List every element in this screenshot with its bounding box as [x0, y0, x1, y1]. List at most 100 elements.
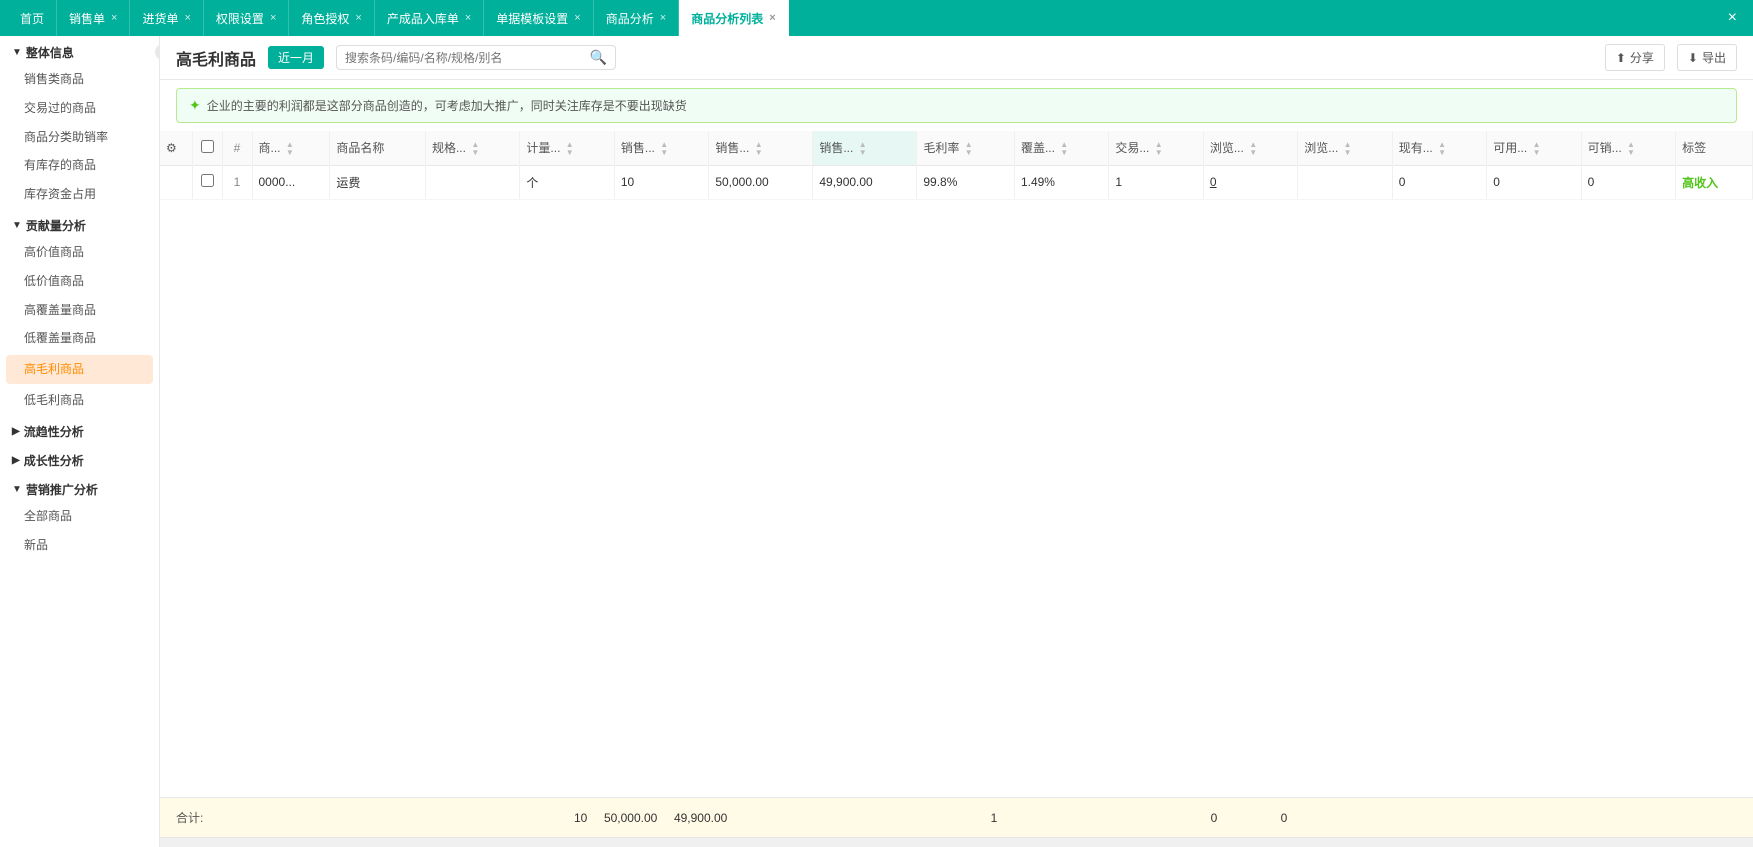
- col-views1[interactable]: 浏览... ▲▼: [1203, 131, 1297, 165]
- col-gross-rate[interactable]: 毛利率 ▲▼: [917, 131, 1015, 165]
- col-code[interactable]: 商... ▲▼: [252, 131, 330, 165]
- sidebar-group-marketing[interactable]: ▼ 营销推广分析: [0, 473, 159, 502]
- sidebar-item-capital-occupied[interactable]: 库存资金占用: [0, 180, 159, 209]
- footer-values: 10 50,000.00 49,900.00 1 0 0: [243, 811, 1737, 825]
- close-analysis-list-tab[interactable]: ×: [769, 12, 775, 24]
- cell-stock-available: 0: [1487, 165, 1581, 199]
- sidebar-item-high-coverage[interactable]: 高覆盖量商品: [0, 296, 159, 325]
- cell-views2: [1298, 165, 1392, 199]
- col-sales-amount[interactable]: 销售... ▲▼: [709, 131, 813, 165]
- cell-name[interactable]: 运费: [330, 165, 426, 199]
- sidebar-item-stocked-goods[interactable]: 有库存的商品: [0, 151, 159, 180]
- sidebar: « ▼ 整体信息 销售类商品 交易过的商品 商品分类助销率 有库存的商品 库存资…: [0, 36, 160, 847]
- close-analysis-tab[interactable]: ×: [660, 12, 666, 24]
- sidebar-group-contribution[interactable]: ▼ 贡献量分析: [0, 209, 159, 238]
- sidebar-item-low-coverage[interactable]: 低覆盖量商品: [0, 324, 159, 353]
- table-container[interactable]: ⚙ # 商... ▲▼ 商品名称 规格... ▲▼: [160, 131, 1753, 797]
- window-close-button[interactable]: ×: [1720, 9, 1745, 27]
- sort-icon-10[interactable]: ▲▼: [1249, 141, 1257, 157]
- nav-tab-home[interactable]: 首页: [8, 0, 57, 36]
- sidebar-item-all-goods[interactable]: 全部商品: [0, 502, 159, 531]
- col-stock-available[interactable]: 可用... ▲▼: [1487, 131, 1581, 165]
- close-products-tab[interactable]: ×: [465, 12, 471, 24]
- sidebar-group-overall[interactable]: ▼ 整体信息: [0, 36, 159, 65]
- sidebar-item-low-value[interactable]: 低价值商品: [0, 267, 159, 296]
- col-name[interactable]: 商品名称: [330, 131, 426, 165]
- col-sales-cost[interactable]: 销售... ▲▼: [813, 131, 917, 165]
- top-nav: 首页 销售单 × 进货单 × 权限设置 × 角色授权 × 产成品入库单 × 单据…: [0, 0, 1753, 36]
- sort-icon-5[interactable]: ▲▼: [755, 141, 763, 157]
- col-settings[interactable]: ⚙: [160, 131, 192, 165]
- sort-icon-11[interactable]: ▲▼: [1344, 141, 1352, 157]
- search-icon[interactable]: 🔍: [590, 49, 607, 66]
- sort-icon-12[interactable]: ▲▼: [1438, 141, 1446, 157]
- nav-tab-sales[interactable]: 销售单 ×: [57, 0, 130, 36]
- info-text: 企业的主要的利润都是这部分商品创造的，可考虑加大推广，同时关注库存是不要出现缺货: [207, 97, 687, 114]
- col-views2[interactable]: 浏览... ▲▼: [1298, 131, 1392, 165]
- col-stock-current[interactable]: 现有... ▲▼: [1392, 131, 1486, 165]
- close-purchase-tab[interactable]: ×: [184, 12, 190, 24]
- col-checkbox[interactable]: [192, 131, 222, 165]
- row-checkbox[interactable]: [201, 174, 214, 187]
- arrow-icon-5: ▼: [12, 484, 22, 495]
- search-input[interactable]: [345, 51, 590, 65]
- main-container: « ▼ 整体信息 销售类商品 交易过的商品 商品分类助销率 有库存的商品 库存资…: [0, 36, 1753, 847]
- sidebar-item-new-goods[interactable]: 新品: [0, 531, 159, 560]
- cell-gross-rate: 99.8%: [917, 165, 1015, 199]
- nav-tab-permissions[interactable]: 权限设置 ×: [204, 0, 289, 36]
- arrow-icon-3: ▶: [12, 426, 20, 437]
- cell-views1[interactable]: 0: [1203, 165, 1297, 199]
- sort-icon-7[interactable]: ▲▼: [965, 141, 973, 157]
- cell-stock-sellable: 0: [1581, 165, 1675, 199]
- col-stock-sellable[interactable]: 可销... ▲▼: [1581, 131, 1675, 165]
- close-permissions-tab[interactable]: ×: [270, 12, 276, 24]
- sort-icon-6[interactable]: ▲▼: [859, 141, 867, 157]
- cell-num: 1: [222, 165, 252, 199]
- bottom-scrollbar[interactable]: [160, 837, 1753, 847]
- sort-icon-4[interactable]: ▲▼: [660, 141, 668, 157]
- nav-tab-purchase[interactable]: 进货单 ×: [130, 0, 203, 36]
- close-templates-tab[interactable]: ×: [574, 12, 580, 24]
- close-roles-tab[interactable]: ×: [355, 12, 361, 24]
- sort-icon-9[interactable]: ▲▼: [1155, 141, 1163, 157]
- cell-checkbox[interactable]: [192, 165, 222, 199]
- sidebar-item-high-value[interactable]: 高价值商品: [0, 238, 159, 267]
- arrow-icon: ▼: [12, 47, 22, 58]
- nav-tab-templates[interactable]: 单据模板设置 ×: [484, 0, 593, 36]
- sort-icon-3[interactable]: ▲▼: [566, 141, 574, 157]
- nav-tab-roles[interactable]: 角色授权 ×: [289, 0, 374, 36]
- col-tag[interactable]: 标签: [1676, 131, 1753, 165]
- nav-tab-analysis-list[interactable]: 商品分析列表 ×: [679, 0, 788, 36]
- content-area: 高毛利商品 近一月 🔍 ⬆ 分享 ⬇ 导出 ✦ 企业的主要的利润都是这部分商品创…: [160, 36, 1753, 847]
- cell-spec: [425, 165, 519, 199]
- close-sales-tab[interactable]: ×: [111, 12, 117, 24]
- cell-sales-qty: 10: [614, 165, 708, 199]
- page-title: 高毛利商品: [176, 46, 256, 70]
- sidebar-item-high-margin[interactable]: 高毛利商品: [6, 355, 153, 384]
- cell-tag: 高收入: [1676, 165, 1753, 199]
- sort-icon-2[interactable]: ▲▼: [471, 141, 479, 157]
- nav-tab-products[interactable]: 产成品入库单 ×: [375, 0, 484, 36]
- select-all-checkbox[interactable]: [201, 140, 214, 153]
- sort-icon-14[interactable]: ▲▼: [1627, 141, 1635, 157]
- sort-icon-13[interactable]: ▲▼: [1533, 141, 1541, 157]
- share-icon: ⬆: [1616, 51, 1626, 65]
- export-button[interactable]: ⬇ 导出: [1677, 44, 1737, 71]
- col-coverage[interactable]: 覆盖... ▲▼: [1014, 131, 1108, 165]
- col-sales-qty[interactable]: 销售... ▲▼: [614, 131, 708, 165]
- data-table: ⚙ # 商... ▲▼ 商品名称 规格... ▲▼: [160, 131, 1753, 200]
- sort-icon-8[interactable]: ▲▼: [1060, 141, 1068, 157]
- col-spec[interactable]: 规格... ▲▼: [425, 131, 519, 165]
- sidebar-item-category-rate[interactable]: 商品分类助销率: [0, 123, 159, 152]
- nav-tab-analysis[interactable]: 商品分析 ×: [594, 0, 679, 36]
- sidebar-group-trend[interactable]: ▶ 流趋性分析: [0, 415, 159, 444]
- sort-icon[interactable]: ▲▼: [286, 141, 294, 157]
- col-unit[interactable]: 计量... ▲▼: [520, 131, 614, 165]
- col-transactions[interactable]: 交易... ▲▼: [1109, 131, 1203, 165]
- sidebar-group-growth[interactable]: ▶ 成长性分析: [0, 444, 159, 473]
- sidebar-item-traded-goods[interactable]: 交易过的商品: [0, 94, 159, 123]
- share-button[interactable]: ⬆ 分享: [1605, 44, 1665, 71]
- sidebar-item-sales-goods[interactable]: 销售类商品: [0, 65, 159, 94]
- period-button[interactable]: 近一月: [268, 46, 324, 69]
- sidebar-item-low-margin[interactable]: 低毛利商品: [0, 386, 159, 415]
